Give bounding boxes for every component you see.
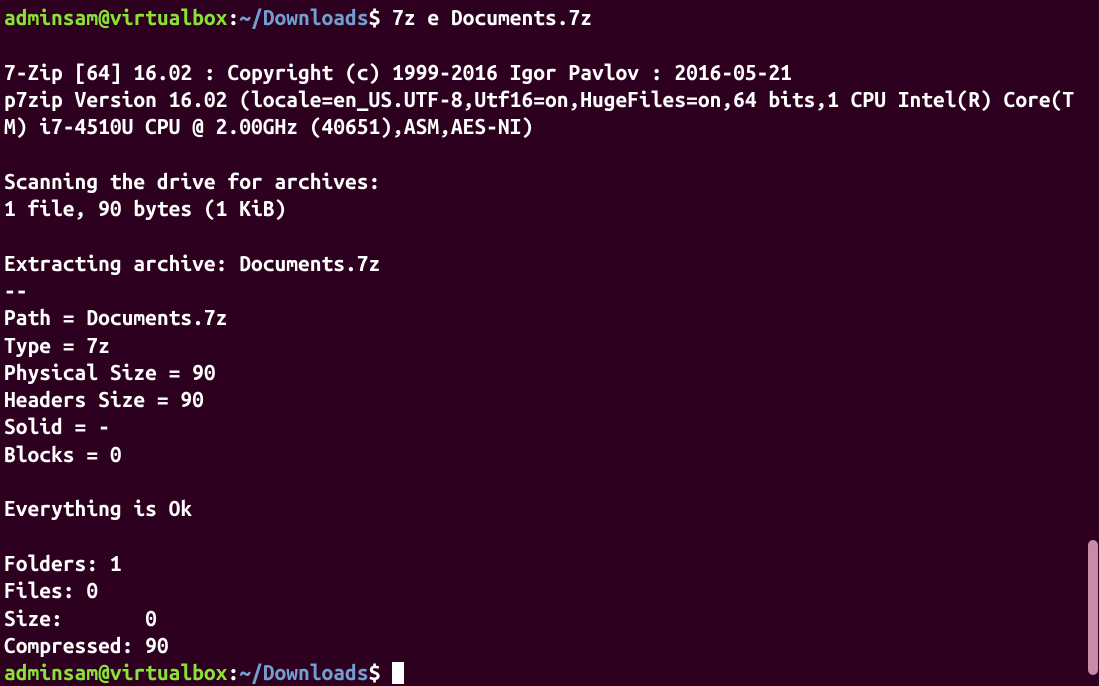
output-physical-size: Physical Size = 90 (4, 360, 216, 384)
prompt-path: ~/Downloads (239, 5, 368, 29)
terminal-output[interactable]: adminsam@virtualbox:~/Downloads$ 7z e Do… (4, 4, 1095, 686)
output-type: Type = 7z (4, 333, 110, 357)
output-solid: Solid = - (4, 414, 110, 438)
scrollbar-thumb[interactable] (1088, 540, 1098, 675)
output-scanning: Scanning the drive for archives: (4, 169, 380, 193)
prompt-dollar: $ (369, 5, 393, 29)
output-version: 7-Zip [64] 16.02 : Copyright (c) 1999-20… (4, 60, 792, 84)
prompt-user-host: adminsam@virtualbox (4, 5, 227, 29)
output-extracting: Extracting archive: Documents.7z (4, 251, 380, 275)
output-path: Path = Documents.7z (4, 305, 227, 329)
output-file-info: 1 file, 90 bytes (1 KiB) (4, 196, 286, 220)
output-dashes: -- (4, 278, 28, 302)
output-headers-size: Headers Size = 90 (4, 387, 204, 411)
output-ok: Everything is Ok (4, 496, 192, 520)
output-size: Size: 0 (4, 606, 157, 630)
output-compressed: Compressed: 90 (4, 633, 169, 657)
output-files: Files: 0 (4, 578, 98, 602)
output-folders: Folders: 1 (4, 551, 122, 575)
scrollbar[interactable] (1085, 0, 1099, 681)
output-p7zip: p7zip Version 16.02 (locale=en_US.UTF-8,… (4, 87, 1074, 138)
output-blocks: Blocks = 0 (4, 442, 122, 466)
command-text: 7z e Documents.7z (392, 5, 592, 29)
prompt-colon: : (227, 5, 239, 29)
